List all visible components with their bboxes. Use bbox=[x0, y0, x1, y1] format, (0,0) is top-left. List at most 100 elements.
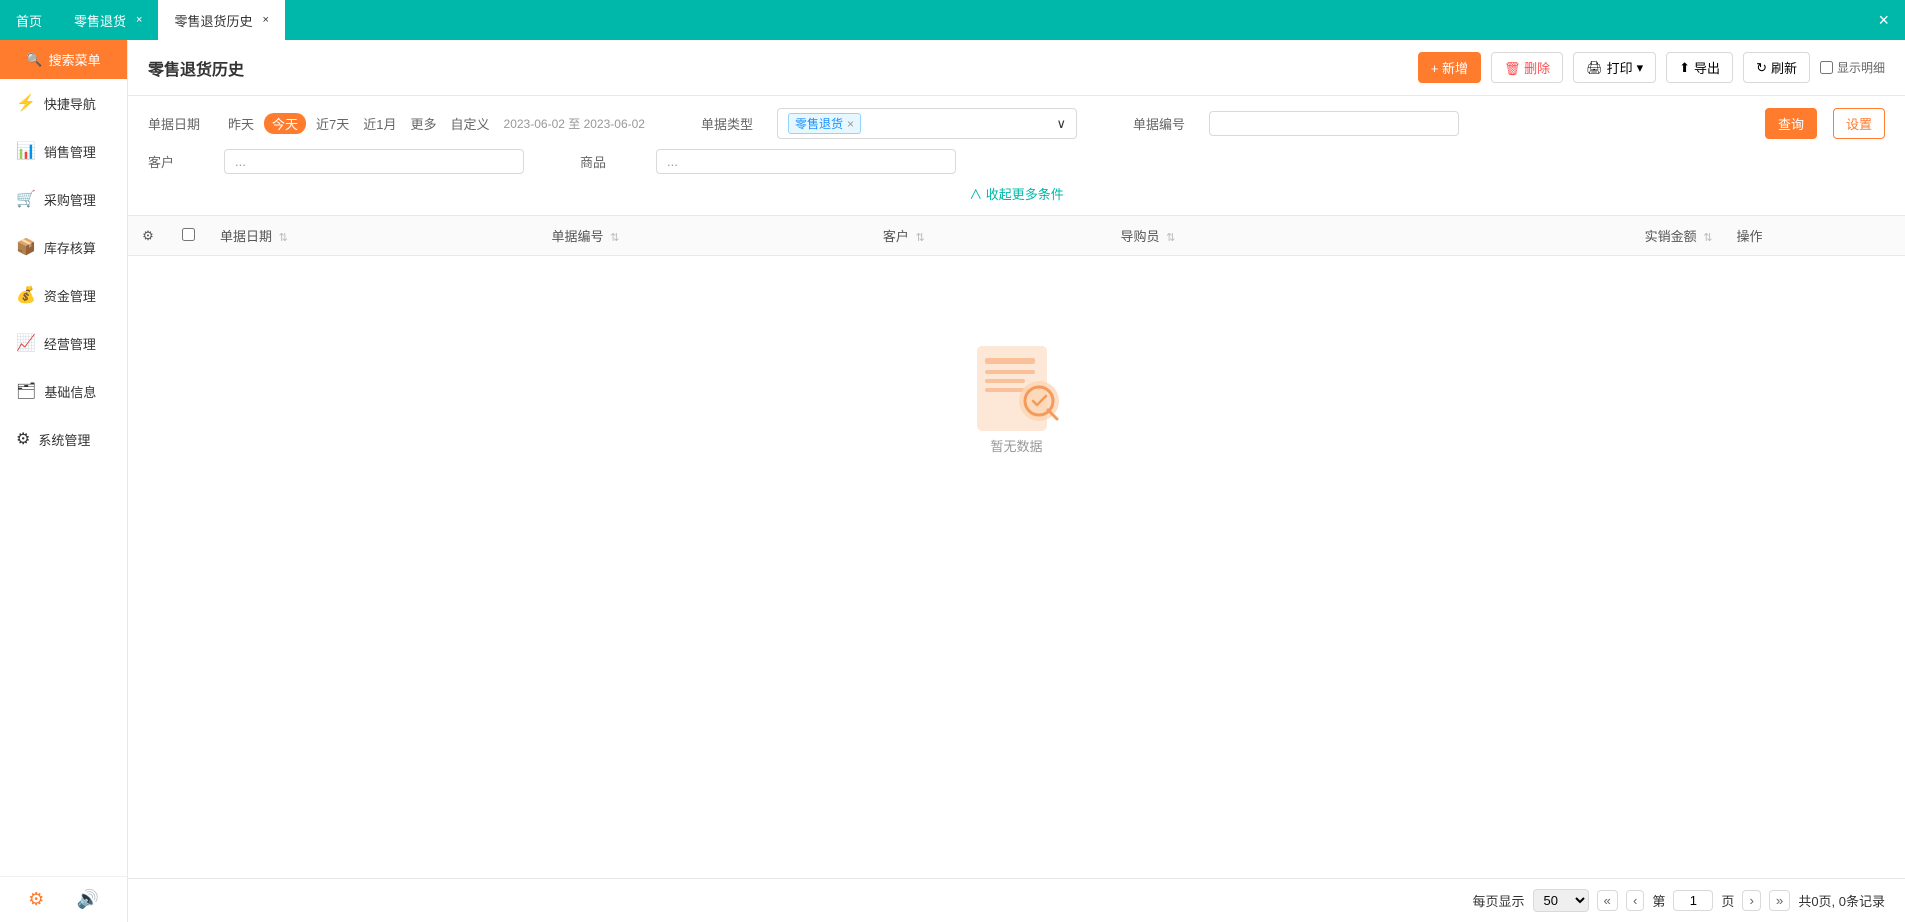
goods-input[interactable]: ... bbox=[656, 149, 956, 174]
show-detail-text: 显示明细 bbox=[1837, 59, 1885, 76]
sidebar-item-label: 销售管理 bbox=[44, 142, 96, 161]
empty-illustration bbox=[957, 336, 1077, 436]
sidebar-item-label: 系统管理 bbox=[38, 430, 90, 449]
th-amount: 实销金额 ⇅ bbox=[1393, 216, 1724, 256]
type-tag-container: 零售退货 × bbox=[788, 113, 861, 134]
th-guide: 导购员 ⇅ bbox=[1109, 216, 1394, 256]
voucher-filter-label: 单据编号 bbox=[1133, 114, 1193, 133]
customer-input[interactable]: ... bbox=[224, 149, 524, 174]
export-icon: ⬆ bbox=[1679, 60, 1690, 76]
page-number-input[interactable] bbox=[1673, 890, 1713, 911]
voucher-text-input[interactable] bbox=[1220, 116, 1448, 131]
empty-state: 暂无数据 bbox=[128, 256, 1905, 535]
page-size-label: 每页显示 bbox=[1473, 891, 1525, 910]
page-input-label: 第 bbox=[1652, 891, 1665, 910]
filter-row-2: 客户 ... 商品 ... bbox=[148, 149, 1885, 174]
last-page-button[interactable]: » bbox=[1769, 890, 1790, 911]
th-amount-label: 实销金额 bbox=[1645, 229, 1697, 244]
refresh-button[interactable]: ↻ 刷新 bbox=[1743, 52, 1810, 83]
filter-row-1: 单据日期 昨天 今天 近7天 近1月 更多 自定义 2023-06-02 至 2… bbox=[148, 108, 1885, 139]
tab-retail-return[interactable]: 零售退货 × bbox=[58, 0, 158, 40]
date-range-display: 2023-06-02 至 2023-06-02 bbox=[504, 115, 645, 132]
date-opt-yesterday[interactable]: 昨天 bbox=[224, 113, 258, 134]
page-unit-label: 页 bbox=[1721, 891, 1734, 910]
data-table: ⚙ 单据日期 ⇅ 单据编号 ⇅ bbox=[128, 216, 1905, 256]
tab-home[interactable]: 首页 bbox=[0, 0, 58, 40]
query-button[interactable]: 查询 bbox=[1765, 108, 1817, 139]
nav-tabs: 首页 零售退货 × 零售退货历史 × bbox=[0, 0, 1862, 40]
sidebar-item-sales[interactable]: 📊 销售管理 bbox=[0, 127, 127, 175]
customer-sort-icon[interactable]: ⇅ bbox=[916, 232, 925, 244]
app-container: 首页 零售退货 × 零售退货历史 × × 🔍 搜索菜单 ⚡ 快捷导航 bbox=[0, 0, 1905, 922]
date-sort-icon[interactable]: ⇅ bbox=[279, 232, 288, 244]
table-header-row: ⚙ 单据日期 ⇅ 单据编号 ⇅ bbox=[128, 216, 1905, 256]
first-page-button[interactable]: « bbox=[1597, 890, 1618, 911]
goods-filter-label: 商品 bbox=[580, 152, 640, 171]
settings-bottom-icon[interactable]: ⚙ bbox=[28, 889, 44, 910]
next-page-button[interactable]: › bbox=[1742, 890, 1760, 911]
tab-retail-return-history-close[interactable]: × bbox=[262, 14, 268, 26]
sidebar-item-label: 资金管理 bbox=[44, 286, 96, 305]
print-button[interactable]: 🖨 打印 ▾ bbox=[1573, 52, 1656, 83]
new-button[interactable]: + 新增 bbox=[1418, 52, 1481, 83]
select-all-checkbox[interactable] bbox=[182, 228, 195, 241]
collapse-button[interactable]: ∧ 收起更多条件 bbox=[148, 184, 1885, 203]
purchase-icon: 🛒 bbox=[16, 189, 36, 209]
sidebar-search[interactable]: 🔍 搜索菜单 bbox=[0, 40, 127, 79]
operations-icon: 📈 bbox=[16, 333, 36, 353]
amount-sort-icon[interactable]: ⇅ bbox=[1703, 232, 1712, 244]
tab-retail-return-close[interactable]: × bbox=[136, 14, 142, 26]
voucher-input[interactable] bbox=[1209, 111, 1459, 136]
number-sort-icon[interactable]: ⇅ bbox=[610, 232, 619, 244]
sidebar-bottom: ⚙ 🔊 bbox=[0, 876, 127, 922]
th-date: 单据日期 ⇅ bbox=[208, 216, 539, 256]
show-detail-label: 显示明细 bbox=[1820, 59, 1885, 76]
type-filter-dropdown[interactable]: 零售退货 × ∨ bbox=[777, 108, 1077, 139]
guide-sort-icon[interactable]: ⇅ bbox=[1166, 232, 1175, 244]
sidebar-item-operations[interactable]: 📈 经营管理 bbox=[0, 319, 127, 367]
th-guide-label: 导购员 bbox=[1121, 229, 1160, 244]
sidebar-search-label: 搜索菜单 bbox=[49, 50, 101, 69]
sidebar-item-purchase[interactable]: 🛒 采购管理 bbox=[0, 175, 127, 223]
sidebar-item-system[interactable]: ⚙ 系统管理 bbox=[0, 415, 127, 463]
tab-retail-return-history-label: 零售退货历史 bbox=[174, 11, 252, 30]
refresh-icon: ↻ bbox=[1756, 60, 1767, 76]
date-opt-more[interactable]: 更多 bbox=[407, 113, 441, 134]
window-close-button[interactable]: × bbox=[1862, 10, 1905, 31]
column-settings-icon[interactable]: ⚙ bbox=[142, 228, 154, 243]
show-detail-checkbox[interactable] bbox=[1820, 61, 1833, 74]
settings-button[interactable]: 设置 bbox=[1833, 108, 1885, 139]
page-size-select[interactable]: 50 100 200 bbox=[1533, 889, 1589, 912]
delete-button[interactable]: 🗑 删除 bbox=[1491, 52, 1563, 83]
export-button[interactable]: ⬆ 导出 bbox=[1666, 52, 1733, 83]
audio-bottom-icon[interactable]: 🔊 bbox=[76, 889, 98, 910]
date-opt-today[interactable]: 今天 bbox=[264, 113, 306, 134]
customer-placeholder: ... bbox=[235, 154, 246, 169]
sidebar-item-inventory[interactable]: 📦 库存核算 bbox=[0, 223, 127, 271]
type-tag-text: 零售退货 bbox=[795, 115, 843, 132]
sidebar-item-label: 库存核算 bbox=[44, 238, 96, 257]
table-container: ⚙ 单据日期 ⇅ 单据编号 ⇅ bbox=[128, 216, 1905, 878]
prev-page-button[interactable]: ‹ bbox=[1626, 890, 1644, 911]
type-dropdown-arrow: ∨ bbox=[1056, 116, 1066, 132]
goods-placeholder: ... bbox=[667, 154, 678, 169]
th-number-label: 单据编号 bbox=[551, 229, 603, 244]
type-tag-close[interactable]: × bbox=[847, 117, 854, 131]
tab-retail-return-history[interactable]: 零售退货历史 × bbox=[158, 0, 284, 40]
th-checkbox bbox=[168, 216, 208, 256]
th-settings: ⚙ bbox=[128, 216, 168, 256]
sidebar-item-finance[interactable]: 💰 资金管理 bbox=[0, 271, 127, 319]
print-icon: 🖨 bbox=[1586, 60, 1603, 76]
query-label: 查询 bbox=[1778, 114, 1804, 133]
sidebar-item-label: 采购管理 bbox=[44, 190, 96, 209]
header-actions: + 新增 🗑 删除 🖨 打印 ▾ ⬆ 导出 ↻ 刷新 bbox=[1418, 52, 1885, 83]
sidebar-item-quick-nav[interactable]: ⚡ 快捷导航 bbox=[0, 79, 127, 127]
date-opt-1month[interactable]: 近1月 bbox=[359, 113, 400, 134]
date-opt-custom[interactable]: 自定义 bbox=[447, 113, 494, 134]
export-label: 导出 bbox=[1694, 58, 1720, 77]
type-tag: 零售退货 × bbox=[788, 113, 861, 134]
sidebar-item-basic-info[interactable]: 🗂 基础信息 bbox=[0, 367, 127, 415]
basic-info-icon: 🗂 bbox=[16, 381, 36, 401]
finance-icon: 💰 bbox=[16, 285, 36, 305]
date-opt-7days[interactable]: 近7天 bbox=[312, 113, 353, 134]
